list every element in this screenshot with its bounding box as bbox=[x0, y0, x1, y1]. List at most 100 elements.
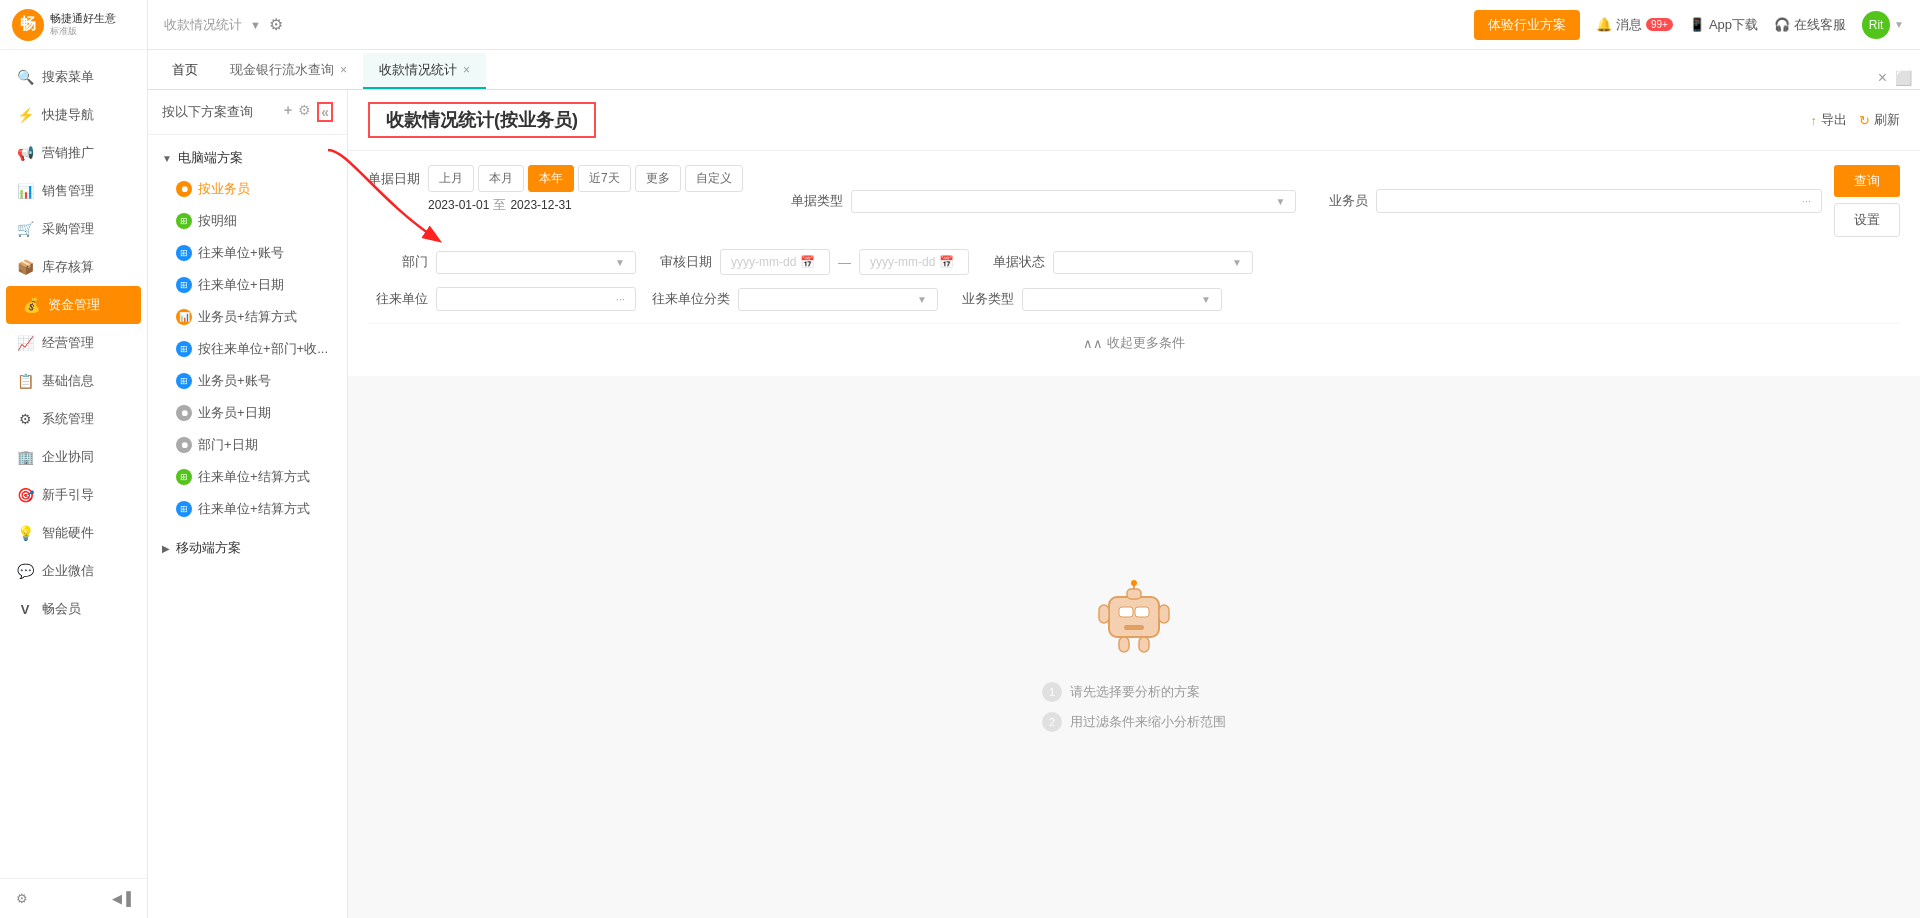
smart-hw-icon: 💡 bbox=[16, 524, 34, 542]
tree-item-label-by-detail: 按明细 bbox=[198, 212, 237, 230]
sidebar-item-wechat[interactable]: 💬 企业微信 bbox=[0, 552, 147, 590]
collapse-more-btn[interactable]: ∧∧ 收起更多条件 bbox=[1083, 334, 1185, 352]
app-download-label: App下载 bbox=[1709, 16, 1758, 34]
set-btn[interactable]: 设置 bbox=[1834, 203, 1900, 237]
business-type-select[interactable]: ▼ bbox=[1022, 288, 1222, 311]
tree-item-by-unit-settle1[interactable]: ⊞ 往来单位+结算方式 bbox=[148, 461, 347, 493]
tree-item-by-salesman-settle[interactable]: 📊 业务员+结算方式 bbox=[148, 301, 347, 333]
tree-item-by-salesman[interactable]: ⏺ 按业务员 bbox=[148, 173, 347, 205]
sidebar-item-basic[interactable]: 📋 基础信息 bbox=[0, 362, 147, 400]
unit-date-icon: ⊞ bbox=[176, 277, 192, 293]
right-content: 收款情况统计(按业务员) ↑ 导出 ↻ 刷新 bbox=[348, 90, 1920, 918]
download-icon: 📱 bbox=[1689, 17, 1705, 32]
sidebar-item-search[interactable]: 🔍 搜索菜单 bbox=[0, 58, 147, 96]
unit-account-icon: ⊞ bbox=[176, 245, 192, 261]
operation-icon: 📈 bbox=[16, 334, 34, 352]
partner-category-select[interactable]: ▼ bbox=[738, 288, 938, 311]
doc-status-select[interactable]: ▼ bbox=[1053, 251, 1253, 274]
filter-salesman: 业务员 ··· bbox=[1308, 189, 1822, 213]
header-breadcrumb: 收款情况统计 bbox=[164, 16, 242, 34]
panel-collapse-icon[interactable]: « bbox=[317, 102, 333, 122]
page-title-bar: 收款情况统计(按业务员) ↑ 导出 ↻ 刷新 bbox=[348, 90, 1920, 151]
tab-bank-flow[interactable]: 现金银行流水查询 × bbox=[214, 53, 363, 89]
trial-btn[interactable]: 体验行业方案 bbox=[1474, 10, 1580, 40]
date-btn-this-year[interactable]: 本年 bbox=[528, 165, 574, 192]
sidebar-item-purchase[interactable]: 🛒 采购管理 bbox=[0, 210, 147, 248]
hint-num-2: 2 bbox=[1042, 712, 1062, 732]
header-settings-icon[interactable]: ⚙ bbox=[269, 15, 283, 34]
hint-num-1: 1 bbox=[1042, 682, 1062, 702]
tree-item-by-unit-account[interactable]: ⊞ 往来单位+账号 bbox=[148, 237, 347, 269]
notifications-btn[interactable]: 🔔 消息 99+ bbox=[1596, 16, 1673, 34]
add-scheme-icon[interactable]: + bbox=[284, 102, 292, 122]
main-container: 收款情况统计 ▼ ⚙ 体验行业方案 🔔 消息 99+ 📱 App下载 🎧 在线客… bbox=[148, 0, 1920, 918]
calendar-end-icon: 📅 bbox=[939, 255, 954, 269]
date-btn-this-month[interactable]: 本月 bbox=[478, 165, 524, 192]
inventory-icon: 📦 bbox=[16, 258, 34, 276]
tree-item-by-unit-dept[interactable]: ⊞ 按往来单位+部门+收... bbox=[148, 333, 347, 365]
page-content: 按以下方案查询 + ⚙ « ▼ 电脑端方案 ⏺ 按业务员 bbox=[148, 90, 1920, 918]
tree-item-by-unit-date[interactable]: ⊞ 往来单位+日期 bbox=[148, 269, 347, 301]
service-icon: 🎧 bbox=[1774, 17, 1790, 32]
sidebar-item-enterprise[interactable]: 🏢 企业协同 bbox=[0, 438, 147, 476]
partner-category-caret: ▼ bbox=[917, 294, 927, 305]
sidebar-item-smart-hw[interactable]: 💡 智能硬件 bbox=[0, 514, 147, 552]
refresh-btn[interactable]: ↻ 刷新 bbox=[1859, 111, 1900, 129]
scheme-settings-icon[interactable]: ⚙ bbox=[298, 102, 311, 122]
audit-date-end-input[interactable]: yyyy-mm-dd 📅 bbox=[859, 249, 969, 275]
tab-collection-close[interactable]: × bbox=[463, 63, 470, 77]
tab-home-label: 首页 bbox=[172, 61, 198, 79]
date-btn-last-7[interactable]: 近7天 bbox=[578, 165, 631, 192]
tree-group-desktop-header[interactable]: ▼ 电脑端方案 bbox=[148, 143, 347, 173]
dept-select[interactable]: ▼ bbox=[436, 251, 636, 274]
sidebar-nav: 🔍 搜索菜单 ⚡ 快捷导航 📢 营销推广 📊 销售管理 🛒 采购管理 📦 库存核… bbox=[0, 50, 147, 878]
sidebar-item-capital[interactable]: 💰 资金管理 bbox=[6, 286, 141, 324]
collapse-area: ∧∧ 收起更多条件 bbox=[368, 323, 1900, 362]
tab-bank-flow-close[interactable]: × bbox=[340, 63, 347, 77]
sidebar-settings-icon[interactable]: ⚙ bbox=[16, 891, 28, 906]
tree-item-by-salesman-date[interactable]: ⏺ 业务员+日期 bbox=[148, 397, 347, 429]
sidebar-item-label-smart-hw: 智能硬件 bbox=[42, 524, 94, 542]
app-download-btn[interactable]: 📱 App下载 bbox=[1689, 16, 1758, 34]
filter-partner: 往来单位 ··· bbox=[368, 287, 636, 311]
sidebar-item-marketing[interactable]: 📢 营销推广 bbox=[0, 134, 147, 172]
date-btn-custom[interactable]: 自定义 bbox=[685, 165, 743, 192]
query-btn[interactable]: 查询 bbox=[1834, 165, 1900, 197]
tree-item-by-salesman-account[interactable]: ⊞ 业务员+账号 bbox=[148, 365, 347, 397]
left-panel-title: 按以下方案查询 bbox=[162, 103, 253, 121]
hint-item-2: 2 用过滤条件来缩小分析范围 bbox=[1042, 712, 1226, 732]
window-close-icon[interactable]: × bbox=[1878, 69, 1887, 87]
sidebar-item-sales[interactable]: 📊 销售管理 bbox=[0, 172, 147, 210]
salesman-select[interactable]: ··· bbox=[1376, 189, 1822, 213]
date-btn-last-month[interactable]: 上月 bbox=[428, 165, 474, 192]
tree-item-by-detail[interactable]: ⊞ 按明细 bbox=[148, 205, 347, 237]
online-service-btn[interactable]: 🎧 在线客服 bbox=[1774, 16, 1846, 34]
sidebar-item-system[interactable]: ⚙ 系统管理 bbox=[0, 400, 147, 438]
window-maximize-icon[interactable]: ⬜ bbox=[1895, 70, 1912, 86]
hint-text-1: 请先选择要分析的方案 bbox=[1070, 683, 1200, 701]
export-btn[interactable]: ↑ 导出 bbox=[1811, 111, 1848, 129]
tab-home[interactable]: 首页 bbox=[156, 53, 214, 89]
user-menu[interactable]: Rit ▼ bbox=[1862, 11, 1904, 39]
tab-collection[interactable]: 收款情况统计 × bbox=[363, 53, 486, 89]
tree-item-by-dept-date[interactable]: ⏺ 部门+日期 bbox=[148, 429, 347, 461]
tree-item-by-unit-settle2[interactable]: ⊞ 往来单位+结算方式 bbox=[148, 493, 347, 525]
sidebar-item-inventory[interactable]: 📦 库存核算 bbox=[0, 248, 147, 286]
sidebar-collapse-icon[interactable]: ◀▐ bbox=[112, 891, 131, 906]
header-left: 收款情况统计 ▼ ⚙ bbox=[164, 15, 283, 34]
date-btn-more[interactable]: 更多 bbox=[635, 165, 681, 192]
sidebar-item-label-enterprise: 企业协同 bbox=[42, 448, 94, 466]
partner-select[interactable]: ··· bbox=[436, 287, 636, 311]
tree-group-mobile-header[interactable]: ▶ 移动端方案 bbox=[148, 533, 347, 563]
sidebar-item-operation[interactable]: 📈 经营管理 bbox=[0, 324, 147, 362]
doc-type-select[interactable]: ▼ bbox=[851, 190, 1297, 213]
salesman-account-icon: ⊞ bbox=[176, 373, 192, 389]
data-area: 1 请先选择要分析的方案 2 用过滤条件来缩小分析范围 bbox=[348, 376, 1920, 918]
audit-date-start-input[interactable]: yyyy-mm-dd 📅 bbox=[720, 249, 830, 275]
sidebar-item-quick-nav[interactable]: ⚡ 快捷导航 bbox=[0, 96, 147, 134]
svg-rect-9 bbox=[1119, 637, 1129, 652]
header-dropdown-icon[interactable]: ▼ bbox=[250, 19, 261, 31]
tree-item-label-by-salesman: 按业务员 bbox=[198, 180, 250, 198]
sidebar-item-guide[interactable]: 🎯 新手引导 bbox=[0, 476, 147, 514]
sidebar-item-member[interactable]: V 畅会员 bbox=[0, 590, 147, 628]
